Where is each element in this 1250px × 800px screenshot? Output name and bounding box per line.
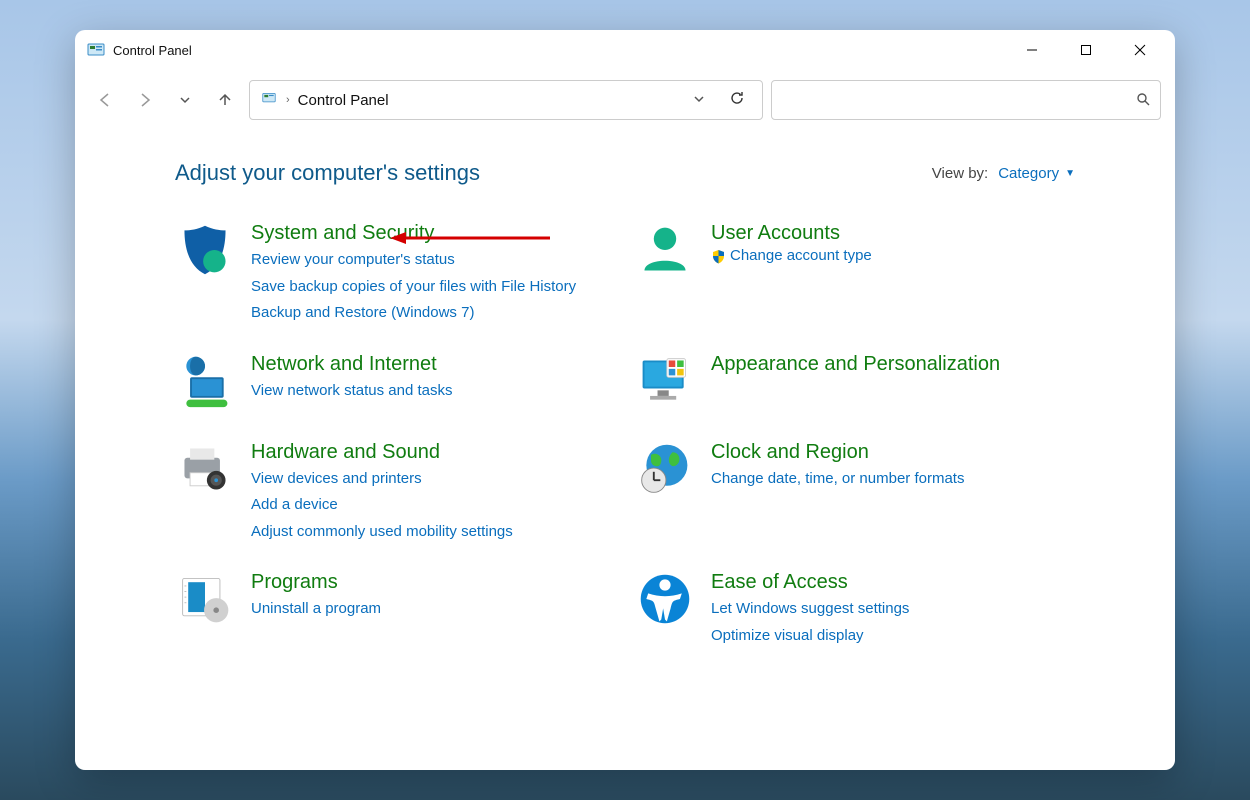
category-appearance: Appearance and Personalization bbox=[635, 353, 1075, 413]
address-bar[interactable]: › Control Panel bbox=[249, 80, 763, 120]
page-title: Adjust your computer's settings bbox=[175, 160, 480, 186]
control-panel-icon bbox=[87, 41, 105, 59]
search-box[interactable] bbox=[771, 80, 1161, 120]
category-system-security: System and Security Review your computer… bbox=[175, 222, 615, 325]
view-by-dropdown[interactable]: Category ▼ bbox=[998, 165, 1075, 182]
header-row: Adjust your computer's settings View by:… bbox=[175, 160, 1075, 186]
window-title: Control Panel bbox=[113, 43, 192, 58]
user-icon bbox=[635, 222, 695, 282]
recent-locations-button[interactable] bbox=[169, 84, 201, 116]
forward-button[interactable] bbox=[129, 84, 161, 116]
view-by-label: View by: bbox=[932, 165, 988, 182]
category-title-ease-of-access[interactable]: Ease of Access bbox=[711, 571, 848, 593]
link-backup-restore[interactable]: Backup and Restore (Windows 7) bbox=[251, 302, 615, 325]
category-title-clock[interactable]: Clock and Region bbox=[711, 441, 869, 463]
maximize-button[interactable] bbox=[1063, 34, 1109, 66]
search-input[interactable] bbox=[782, 92, 1136, 108]
category-clock: Clock and Region Change date, time, or n… bbox=[635, 441, 1075, 544]
category-title-hardware[interactable]: Hardware and Sound bbox=[251, 441, 440, 463]
category-hardware: Hardware and Sound View devices and prin… bbox=[175, 441, 615, 544]
shield-icon bbox=[175, 222, 235, 282]
category-programs: Programs Uninstall a program bbox=[175, 571, 615, 647]
programs-icon bbox=[175, 571, 235, 631]
link-devices-printers[interactable]: View devices and printers bbox=[251, 468, 615, 491]
accessibility-icon bbox=[635, 571, 695, 631]
address-path[interactable]: Control Panel bbox=[298, 92, 389, 109]
link-change-account-type[interactable]: Change account type bbox=[730, 245, 872, 268]
search-icon[interactable] bbox=[1136, 92, 1150, 109]
chevron-right-icon: › bbox=[286, 94, 290, 106]
printer-icon bbox=[175, 441, 235, 501]
chevron-down-icon: ▼ bbox=[1065, 168, 1075, 179]
category-title-user-accounts[interactable]: User Accounts bbox=[711, 222, 840, 244]
link-network-status[interactable]: View network status and tasks bbox=[251, 380, 615, 403]
category-ease-of-access: Ease of Access Let Windows suggest setti… bbox=[635, 571, 1075, 647]
close-button[interactable] bbox=[1117, 34, 1163, 66]
refresh-button[interactable] bbox=[722, 90, 752, 110]
up-button[interactable] bbox=[209, 84, 241, 116]
link-add-device[interactable]: Add a device bbox=[251, 494, 615, 517]
link-uninstall-program[interactable]: Uninstall a program bbox=[251, 598, 615, 621]
view-by-value: Category bbox=[998, 165, 1059, 182]
clock-globe-icon bbox=[635, 441, 695, 501]
link-file-history[interactable]: Save backup copies of your files with Fi… bbox=[251, 276, 615, 299]
control-panel-icon bbox=[260, 91, 278, 110]
monitor-icon bbox=[635, 353, 695, 413]
category-title-appearance[interactable]: Appearance and Personalization bbox=[711, 353, 1000, 375]
categories-grid: System and Security Review your computer… bbox=[175, 222, 1075, 647]
minimize-button[interactable] bbox=[1009, 34, 1055, 66]
link-date-time-formats[interactable]: Change date, time, or number formats bbox=[711, 468, 1075, 491]
control-panel-window: Control Panel bbox=[75, 30, 1175, 770]
toolbar: › Control Panel bbox=[75, 70, 1175, 130]
link-optimize-display[interactable]: Optimize visual display bbox=[711, 625, 1075, 648]
category-user-accounts: User Accounts Change account type bbox=[635, 222, 1075, 325]
link-review-status[interactable]: Review your computer's status bbox=[251, 249, 615, 272]
network-icon bbox=[175, 353, 235, 413]
category-title-programs[interactable]: Programs bbox=[251, 571, 338, 593]
category-network: Network and Internet View network status… bbox=[175, 353, 615, 413]
category-title-network[interactable]: Network and Internet bbox=[251, 353, 437, 375]
uac-shield-icon bbox=[711, 249, 726, 264]
address-dropdown-button[interactable] bbox=[684, 93, 714, 108]
content-area: Adjust your computer's settings View by:… bbox=[75, 130, 1175, 770]
titlebar: Control Panel bbox=[75, 30, 1175, 70]
category-title-system-security[interactable]: System and Security bbox=[251, 222, 434, 244]
link-suggest-settings[interactable]: Let Windows suggest settings bbox=[711, 598, 1075, 621]
link-mobility-settings[interactable]: Adjust commonly used mobility settings bbox=[251, 521, 615, 544]
back-button[interactable] bbox=[89, 84, 121, 116]
